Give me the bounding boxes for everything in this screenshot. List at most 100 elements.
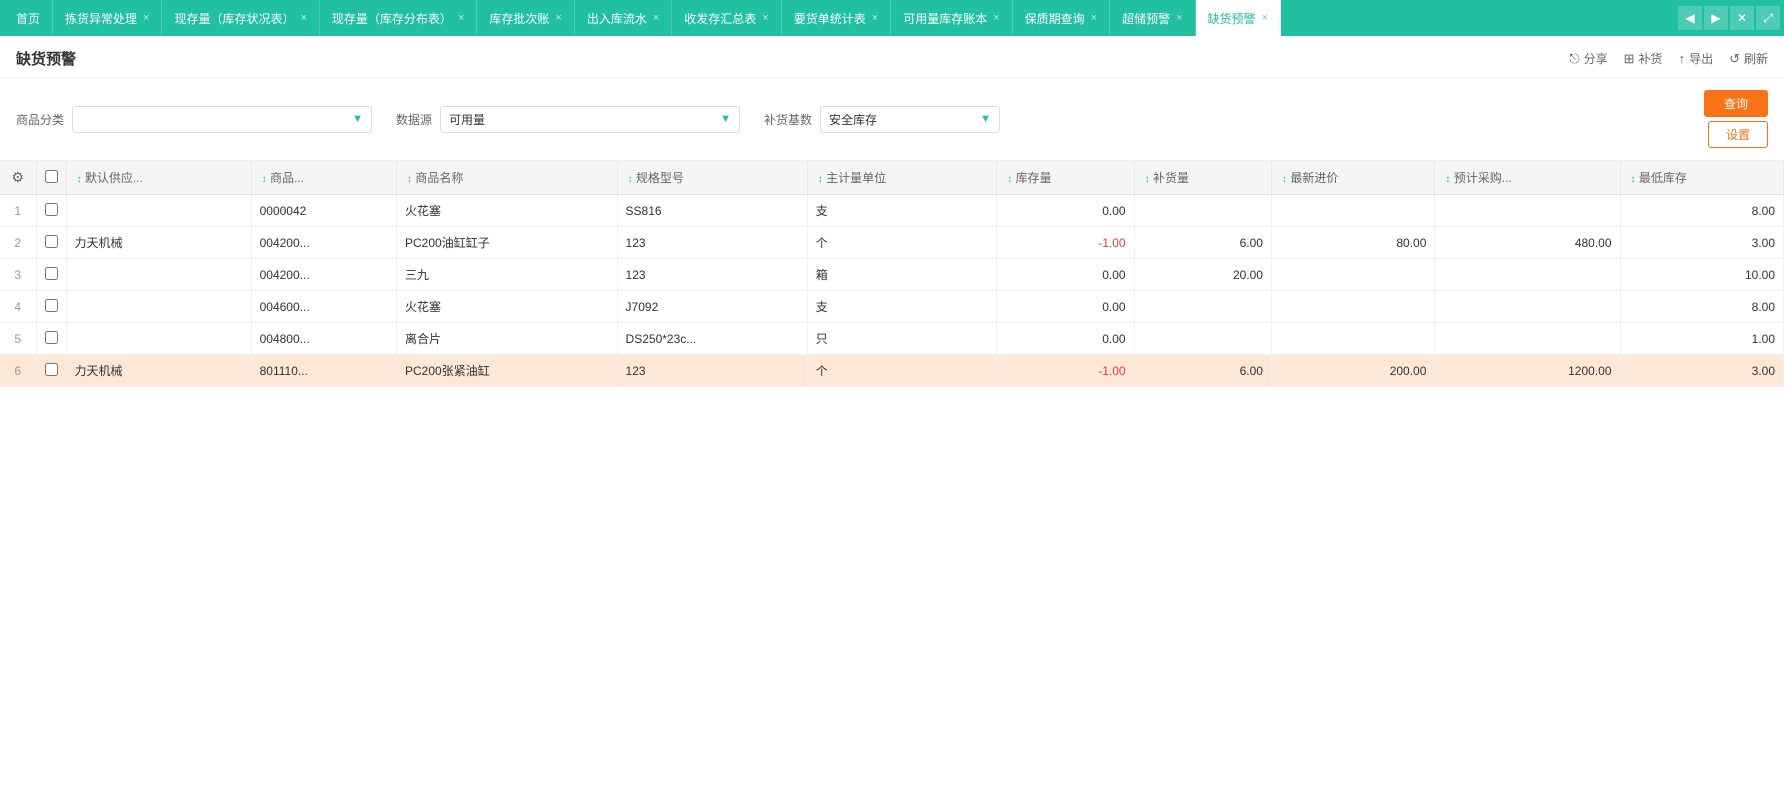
row-min-stock-1: 8.00 bbox=[1620, 195, 1783, 227]
row-unit-5: 只 bbox=[807, 323, 996, 355]
row-estimated-purchase-5 bbox=[1435, 323, 1620, 355]
row-product-code-5: 004800... bbox=[251, 323, 396, 355]
row-product-name-1: 火花塞 bbox=[397, 195, 618, 227]
query-button[interactable]: 查询 bbox=[1704, 90, 1768, 117]
row-spec-3: 123 bbox=[617, 259, 807, 291]
tab-inventory-status[interactable]: 现存量（库存状况表） × bbox=[162, 0, 319, 36]
row-spec-2: 123 bbox=[617, 227, 807, 259]
tab-scroll-right-btn[interactable]: ▶ bbox=[1704, 6, 1728, 30]
th-spec[interactable]: ↕ 规格型号 bbox=[617, 161, 807, 195]
th-replenish-qty[interactable]: ↕ 补货量 bbox=[1134, 161, 1271, 195]
tab-close-shortage[interactable]: × bbox=[1262, 12, 1268, 24]
tab-scroll-left-btn[interactable]: ◀ bbox=[1678, 6, 1702, 30]
tab-close-all-btn[interactable]: ✕ bbox=[1730, 6, 1754, 30]
tab-inventory-dist[interactable]: 现存量（库存分布表） × bbox=[320, 0, 477, 36]
th-supplier[interactable]: ↕ 默认供应... bbox=[66, 161, 251, 195]
sort-icon-unit: ↕ bbox=[818, 174, 823, 185]
row-replenish-qty-6: 6.00 bbox=[1134, 355, 1271, 387]
sort-icon-product-name: ↕ bbox=[407, 174, 412, 185]
tab-close-inventory-status[interactable]: × bbox=[300, 12, 306, 24]
tab-close-batch-account[interactable]: × bbox=[555, 12, 561, 24]
tab-order-stats[interactable]: 要货单统计表 × bbox=[782, 0, 891, 36]
row-checkbox-1[interactable] bbox=[36, 195, 66, 227]
tab-collection-summary[interactable]: 收发存汇总表 × bbox=[672, 0, 781, 36]
sort-icon-replenish-qty: ↕ bbox=[1145, 174, 1150, 185]
export-action[interactable]: ↑ 导出 bbox=[1679, 50, 1714, 67]
select-all-checkbox[interactable] bbox=[45, 170, 58, 183]
row-num-1: 1 bbox=[0, 195, 36, 227]
tab-close-order-stats[interactable]: × bbox=[872, 12, 878, 24]
page-header: 缺货预警 ⎋ 分享 ⊞ 补货 ↑ 导出 ↺ 刷新 bbox=[0, 36, 1784, 78]
row-num-5: 5 bbox=[0, 323, 36, 355]
replenish-select[interactable]: 安全库存 ▼ bbox=[820, 106, 1000, 133]
table-row: 1 0000042 火花塞 SS816 支 0.00 8.00 bbox=[0, 195, 1784, 227]
row-estimated-purchase-1 bbox=[1435, 195, 1620, 227]
tab-close-expiry-query[interactable]: × bbox=[1091, 12, 1097, 24]
row-estimated-purchase-3 bbox=[1435, 259, 1620, 291]
th-min-stock[interactable]: ↕ 最低库存 bbox=[1620, 161, 1783, 195]
row-checkbox-2[interactable] bbox=[36, 227, 66, 259]
tab-available-ledger[interactable]: 可用量库存账本 × bbox=[891, 0, 1012, 36]
row-replenish-qty-5 bbox=[1134, 323, 1271, 355]
row-estimated-purchase-2: 480.00 bbox=[1435, 227, 1620, 259]
row-stock-2: -1.00 bbox=[997, 227, 1134, 259]
row-checkbox-4[interactable] bbox=[36, 291, 66, 323]
th-stock[interactable]: ↕ 库存量 bbox=[997, 161, 1134, 195]
th-latest-price[interactable]: ↕ 最新进价 bbox=[1271, 161, 1434, 195]
row-unit-6: 个 bbox=[807, 355, 996, 387]
settings-button[interactable]: 设置 bbox=[1708, 121, 1768, 148]
tab-close-overstock[interactable]: × bbox=[1176, 12, 1182, 24]
share-icon: ⎋ bbox=[1569, 51, 1579, 67]
row-checkbox-6[interactable] bbox=[36, 355, 66, 387]
datasource-select[interactable]: 可用量 ▼ bbox=[440, 106, 740, 133]
th-unit[interactable]: ↕ 主计量单位 bbox=[807, 161, 996, 195]
share-action[interactable]: ⎋ 分享 bbox=[1569, 50, 1607, 67]
th-product-name[interactable]: ↕ 商品名称 bbox=[397, 161, 618, 195]
row-checkbox-3[interactable] bbox=[36, 259, 66, 291]
row-replenish-qty-1 bbox=[1134, 195, 1271, 227]
row-product-code-1: 0000042 bbox=[251, 195, 396, 227]
th-product-code[interactable]: ↕ 商品... bbox=[251, 161, 396, 195]
row-latest-price-6: 200.00 bbox=[1271, 355, 1434, 387]
sort-icon-stock: ↕ bbox=[1007, 174, 1012, 185]
header-actions: ⎋ 分享 ⊞ 补货 ↑ 导出 ↺ 刷新 bbox=[1569, 50, 1768, 67]
tab-close-inout-flow[interactable]: × bbox=[653, 12, 659, 24]
datasource-arrow-icon: ▼ bbox=[720, 113, 731, 125]
tab-close-collection-summary[interactable]: × bbox=[762, 12, 768, 24]
sort-icon-spec: ↕ bbox=[628, 174, 633, 185]
sort-icon-latest-price: ↕ bbox=[1282, 174, 1287, 185]
tab-close-pick-exception[interactable]: × bbox=[143, 12, 149, 24]
row-unit-3: 箱 bbox=[807, 259, 996, 291]
tab-expiry-query[interactable]: 保质期查询 × bbox=[1013, 0, 1110, 36]
row-product-code-4: 004600... bbox=[251, 291, 396, 323]
tab-home[interactable]: 首页 bbox=[4, 0, 53, 36]
replenish-base-label: 补货基数 bbox=[764, 111, 812, 128]
tab-bar: 首页 拣货异常处理 × 现存量（库存状况表） × 现存量（库存分布表） × 库存… bbox=[0, 0, 1784, 36]
row-supplier-4 bbox=[66, 291, 251, 323]
th-estimated-purchase[interactable]: ↕ 预计采购... bbox=[1435, 161, 1620, 195]
tab-close-available-ledger[interactable]: × bbox=[993, 12, 999, 24]
tab-overstock[interactable]: 超储预警 × bbox=[1110, 0, 1195, 36]
tab-expand-btn[interactable]: ⤢ bbox=[1756, 6, 1780, 30]
row-num-2: 2 bbox=[0, 227, 36, 259]
settings-gear-icon[interactable]: ⚙ bbox=[11, 169, 24, 185]
th-checkbox[interactable] bbox=[36, 161, 66, 195]
row-spec-1: SS816 bbox=[617, 195, 807, 227]
th-settings[interactable]: ⚙ bbox=[0, 161, 36, 195]
category-select[interactable]: ▼ bbox=[72, 106, 372, 133]
row-min-stock-4: 8.00 bbox=[1620, 291, 1783, 323]
row-supplier-6: 力天机械 bbox=[66, 355, 251, 387]
tab-inout-flow[interactable]: 出入库流水 × bbox=[575, 0, 672, 36]
table-container: ⚙ ↕ 默认供应... ↕ 商品... ↕ 商品名称 bbox=[0, 161, 1784, 387]
row-product-name-3: 三九 bbox=[397, 259, 618, 291]
refresh-action[interactable]: ↺ 刷新 bbox=[1729, 50, 1768, 67]
row-spec-4: J7092 bbox=[617, 291, 807, 323]
row-product-name-5: 离合片 bbox=[397, 323, 618, 355]
row-checkbox-5[interactable] bbox=[36, 323, 66, 355]
tab-pick-exception[interactable]: 拣货异常处理 × bbox=[53, 0, 162, 36]
replenish-action[interactable]: ⊞ 补货 bbox=[1624, 50, 1663, 67]
tab-shortage[interactable]: 缺货预警 × bbox=[1196, 0, 1281, 36]
replenish-arrow-icon: ▼ bbox=[980, 113, 991, 125]
tab-batch-account[interactable]: 库存批次账 × bbox=[477, 0, 574, 36]
tab-close-inventory-dist[interactable]: × bbox=[458, 12, 464, 24]
